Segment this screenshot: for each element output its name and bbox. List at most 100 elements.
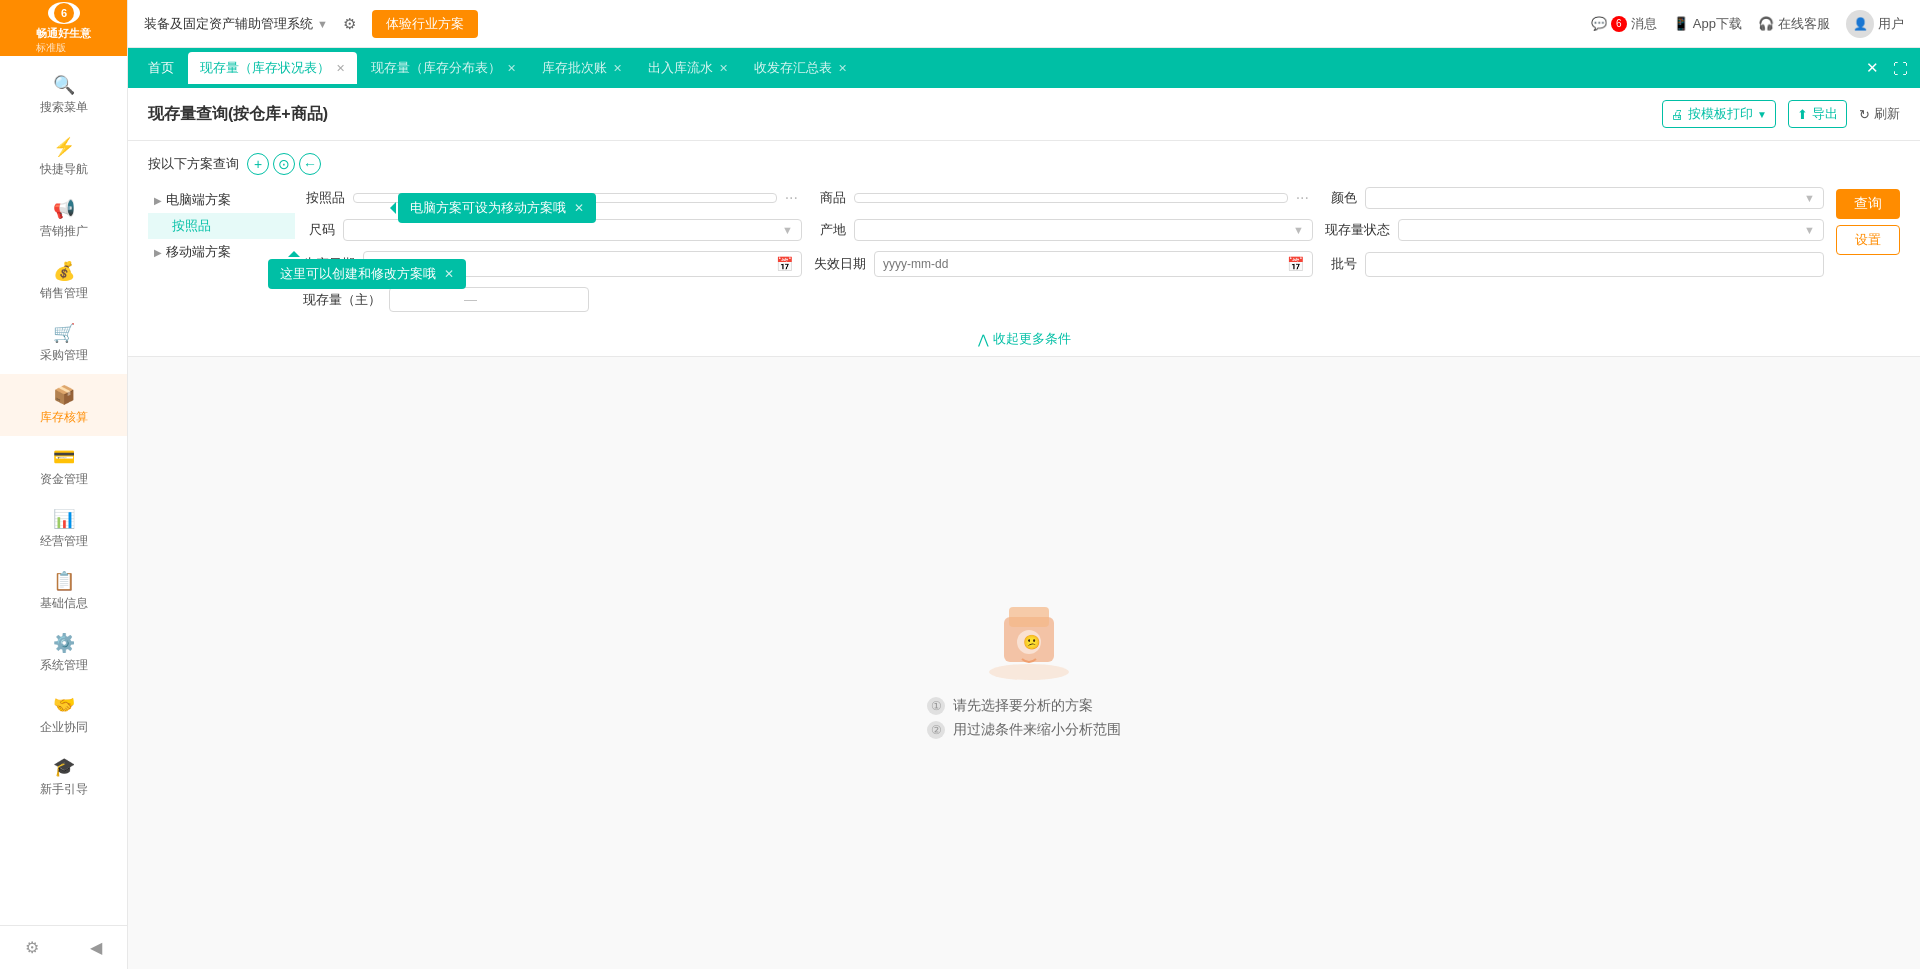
goods-more-icon[interactable]: ··· — [1292, 189, 1313, 207]
logo-icon: 6 — [48, 2, 80, 24]
expire-date-cal-icon[interactable]: 📅 — [1287, 256, 1304, 272]
collapse-row[interactable]: ⋀ 收起更多条件 — [148, 322, 1900, 356]
top-header-left: 装备及固定资产辅助管理系统 ▼ ⚙ 体验行业方案 — [144, 10, 478, 38]
sidebar-item-enterprise[interactable]: 🤝 企业协同 — [0, 684, 127, 746]
svg-text:6: 6 — [60, 7, 66, 19]
tab-receive-close[interactable]: ✕ — [838, 62, 847, 75]
footer-collapse-btn[interactable]: ◀ — [90, 938, 102, 957]
tab-inv-dist-close[interactable]: ✕ — [507, 62, 516, 75]
empty-tip-1: ① 请先选择要分析的方案 — [927, 697, 1121, 715]
back-scheme-btn[interactable]: ← — [299, 153, 321, 175]
app-download-btn[interactable]: 📱 App下载 — [1673, 15, 1742, 33]
basic-icon: 📋 — [53, 570, 75, 592]
filter-btn-group: + ⊙ ← — [247, 153, 321, 175]
goods-select[interactable] — [854, 193, 1288, 203]
color-label: 颜色 — [1325, 189, 1357, 207]
scheme-pc[interactable]: ▶ 电脑端方案 — [148, 187, 295, 213]
search-btn[interactable]: 查询 — [1836, 189, 1900, 219]
sidebar-item-system[interactable]: ⚙️ 系统管理 — [0, 622, 127, 684]
tab-inv-status-close[interactable]: ✕ — [336, 62, 345, 75]
tab-flow-close[interactable]: ✕ — [719, 62, 728, 75]
size-dropdown-icon: ▼ — [782, 224, 793, 236]
print-btn[interactable]: 🖨 按模板打印 ▼ — [1662, 100, 1776, 128]
sidebar-nav: 🔍 搜索菜单 ⚡ 快捷导航 📢 营销推广 💰 销售管理 🛒 采购管理 📦 库存核… — [0, 56, 127, 925]
app-download-label: App下载 — [1693, 15, 1742, 33]
trial-btn[interactable]: 体验行业方案 — [372, 10, 478, 38]
sidebar-item-inventory[interactable]: 📦 库存核算 — [0, 374, 127, 436]
empty-tips: ① 请先选择要分析的方案 ② 用过滤条件来缩小分析范围 — [927, 697, 1121, 739]
inv-amount-to[interactable] — [483, 292, 543, 307]
gear-btn[interactable]: ⚙ — [336, 10, 364, 38]
filter-batch-row: 批号 — [1325, 251, 1824, 277]
avatar-img: 👤 — [1846, 10, 1874, 38]
print-icon: 🖨 — [1671, 107, 1684, 122]
tab-inventory-dist[interactable]: 现存量（库存分布表） ✕ — [359, 52, 528, 84]
sidebar-item-basic[interactable]: 📋 基础信息 — [0, 560, 127, 622]
sidebar-item-marketing[interactable]: 📢 营销推广 — [0, 188, 127, 250]
filter-origin-row: 产地 ▼ — [814, 219, 1313, 241]
tooltip-edit-close[interactable]: ✕ — [444, 267, 454, 281]
batch-input-wrap[interactable] — [1365, 252, 1824, 277]
purchase-icon: 🛒 — [53, 322, 75, 344]
add-scheme-btn[interactable]: + — [247, 153, 269, 175]
user-label: 用户 — [1878, 15, 1904, 33]
sidebar-item-operations[interactable]: 📊 经营管理 — [0, 498, 127, 560]
reset-btn[interactable]: 设置 — [1836, 225, 1900, 255]
stock-status-select[interactable]: ▼ — [1398, 219, 1824, 241]
export-btn[interactable]: ⬆ 导出 — [1788, 100, 1847, 128]
message-btn[interactable]: 💬 6 消息 — [1591, 15, 1657, 33]
export-label: 导出 — [1812, 105, 1838, 123]
tab-receive-summary[interactable]: 收发存汇总表 ✕ — [742, 52, 859, 84]
tab-fullscreen-icon[interactable]: ⛶ — [1889, 56, 1912, 81]
online-service-btn[interactable]: 🎧 在线客服 — [1758, 15, 1830, 33]
sidebar-item-sales[interactable]: 💰 销售管理 — [0, 250, 127, 312]
svg-text:😕: 😕 — [1023, 634, 1041, 651]
tab-in-out-flow[interactable]: 出入库流水 ✕ — [636, 52, 740, 84]
tab-home[interactable]: 首页 — [136, 52, 186, 84]
scheme-pc-label: 电脑端方案 — [166, 191, 231, 209]
empty-state: 😕 ① 请先选择要分析的方案 ② 用过滤条件来缩小分析范围 — [128, 357, 1920, 969]
stock-status-label: 现存量状态 — [1325, 221, 1390, 239]
expire-date-label: 失效日期 — [814, 255, 866, 273]
page-actions: 🖨 按模板打印 ▼ ⬆ 导出 ↻ 刷新 — [1662, 100, 1900, 128]
tip-text-1: 请先选择要分析的方案 — [953, 697, 1093, 715]
tab-batch-account[interactable]: 库存批次账 ✕ — [530, 52, 634, 84]
system-select[interactable]: 装备及固定资产辅助管理系统 ▼ — [144, 15, 328, 33]
sidebar-label-operations: 经营管理 — [40, 533, 88, 550]
tab-close-all-icon[interactable]: ✕ — [1862, 55, 1883, 81]
tab-bar-right: ✕ ⛶ — [1862, 55, 1912, 81]
sidebar-item-purchase[interactable]: 🛒 采购管理 — [0, 312, 127, 374]
operations-icon: 📊 — [53, 508, 75, 530]
copy-scheme-btn[interactable]: ⊙ — [273, 153, 295, 175]
batch-field[interactable] — [1374, 257, 1815, 272]
scheme-default-label: 按照品 — [172, 217, 211, 235]
user-avatar[interactable]: 👤 用户 — [1846, 10, 1904, 38]
tooltip-pc-text: 电脑方案可设为移动方案哦 — [410, 199, 566, 217]
inv-amount-input[interactable]: — — [389, 287, 589, 312]
sidebar-footer: ⚙ ◀ — [0, 925, 127, 969]
expire-date-field[interactable] — [883, 257, 1287, 271]
scheme-default[interactable]: 按照品 — [148, 213, 295, 239]
prod-date-cal-icon[interactable]: 📅 — [776, 256, 793, 272]
sidebar-label-nav: 快捷导航 — [40, 161, 88, 178]
warehouse-more-icon[interactable]: ··· — [781, 189, 802, 207]
inv-amount-from[interactable] — [398, 292, 458, 307]
sidebar-item-search[interactable]: 🔍 搜索菜单 — [0, 64, 127, 126]
sidebar-item-finance[interactable]: 💳 资金管理 — [0, 436, 127, 498]
system-title: 装备及固定资产辅助管理系统 — [144, 15, 313, 33]
pc-arrow-icon: ▶ — [154, 195, 162, 206]
tooltip-pc-close[interactable]: ✕ — [574, 201, 584, 215]
origin-select[interactable]: ▼ — [854, 219, 1313, 241]
footer-settings-btn[interactable]: ⚙ — [25, 938, 39, 957]
enterprise-icon: 🤝 — [53, 694, 75, 716]
inv-amount-sep: — — [464, 292, 477, 307]
tab-batch-close[interactable]: ✕ — [613, 62, 622, 75]
message-label: 消息 — [1631, 15, 1657, 33]
refresh-btn[interactable]: ↻ 刷新 — [1859, 105, 1900, 123]
sidebar-item-nav[interactable]: ⚡ 快捷导航 — [0, 126, 127, 188]
stock-status-dropdown-icon: ▼ — [1804, 224, 1815, 236]
expire-date-input[interactable]: 📅 — [874, 251, 1313, 277]
tab-inventory-status[interactable]: 现存量（库存状况表） ✕ — [188, 52, 357, 84]
sidebar-item-guide[interactable]: 🎓 新手引导 — [0, 746, 127, 808]
color-select[interactable]: ▼ — [1365, 187, 1824, 209]
